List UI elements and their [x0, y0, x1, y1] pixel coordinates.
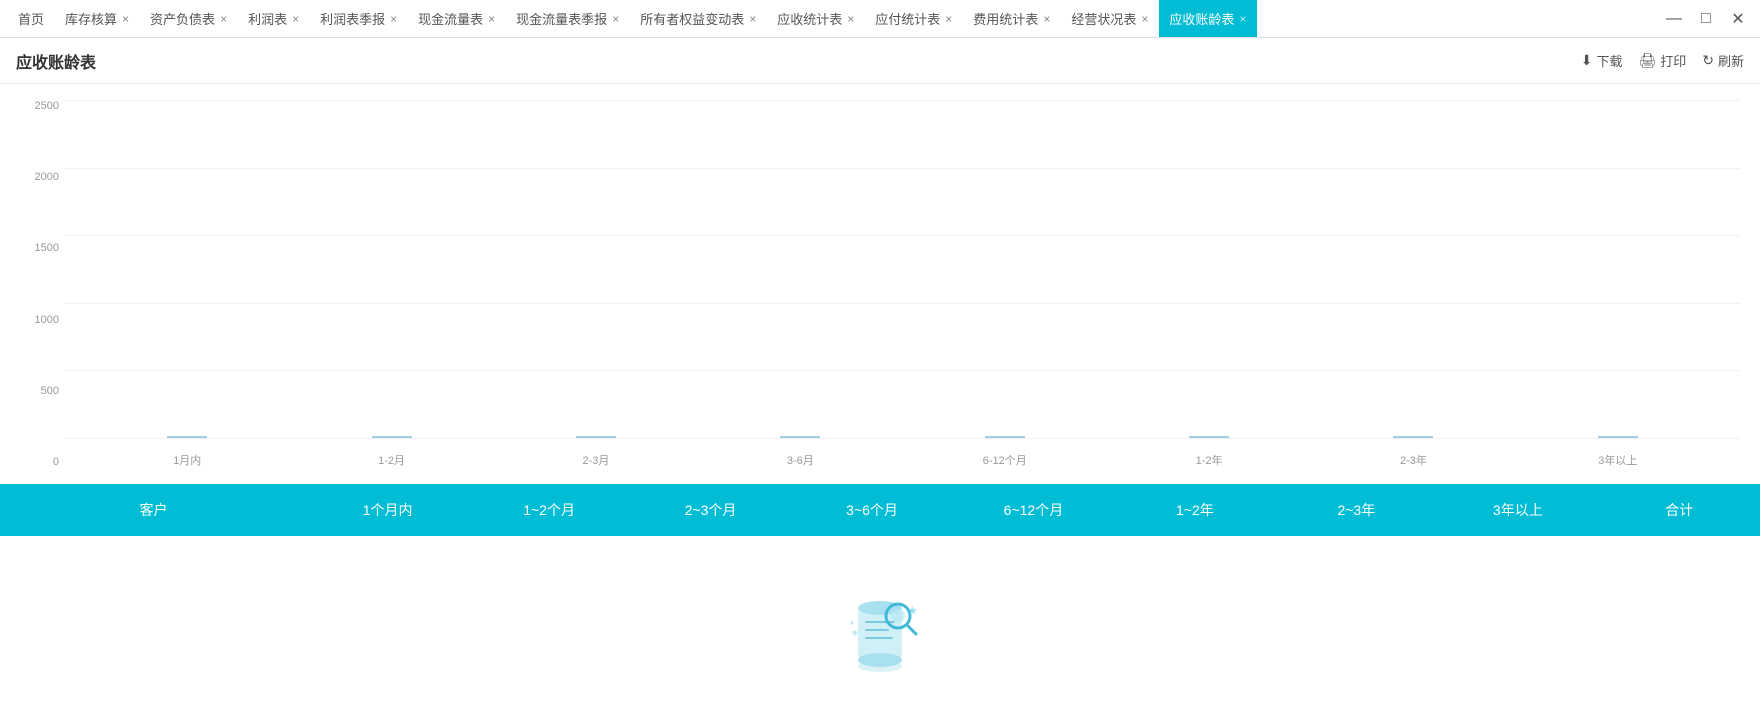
col-customer: 客户	[0, 500, 307, 520]
bar-3plus-year	[1598, 436, 1638, 438]
bar-2-3month	[576, 436, 616, 438]
header-actions: ⬇ 下载 🖨 打印 ↻ 刷新	[1581, 51, 1744, 70]
page-title: 应收账龄表	[16, 49, 96, 73]
y-label-500: 500	[41, 385, 59, 397]
x-label-1-2month: 1-2月	[367, 452, 417, 468]
bar-group-1month	[167, 436, 207, 438]
y-label-1000: 1000	[35, 314, 59, 326]
maximize-button[interactable]: □	[1692, 5, 1720, 33]
bar-1-2month	[372, 436, 412, 438]
y-axis: 2500 2000 1500 1000 500 0	[20, 100, 65, 468]
col-2-3year: 2~3年	[1276, 500, 1437, 520]
bar-group-2-3month	[576, 436, 616, 438]
bar-3-6month	[780, 436, 820, 438]
tab-equity[interactable]: 所有者权益变动表 ×	[630, 0, 767, 38]
tab-ap-stats-close[interactable]: ×	[945, 12, 952, 26]
tab-equity-close[interactable]: ×	[749, 12, 756, 26]
col-total: 合计	[1599, 500, 1760, 520]
x-label-2-3month: 2-3月	[571, 452, 621, 468]
chart-area: 2500 2000 1500 1000 500 0	[0, 84, 1760, 484]
x-label-1-2year: 1-2年	[1184, 452, 1234, 468]
x-label-1month: 1月内	[162, 452, 212, 468]
x-label-2-3year: 2-3年	[1388, 452, 1438, 468]
main-content: 2500 2000 1500 1000 500 0	[0, 84, 1760, 720]
tab-cashflow-close[interactable]: ×	[488, 12, 495, 26]
bar-group-3-6month	[780, 436, 820, 438]
page-header: 应收账龄表 ⬇ 下载 🖨 打印 ↻ 刷新	[0, 38, 1760, 84]
tab-balance-close[interactable]: ×	[220, 12, 227, 26]
tab-inventory-close[interactable]: ×	[122, 12, 129, 26]
tab-profit-close[interactable]: ×	[292, 12, 299, 26]
tab-operations-close[interactable]: ×	[1141, 12, 1148, 26]
close-button[interactable]: ✕	[1724, 5, 1752, 33]
col-1-2month: 1~2个月	[468, 500, 629, 520]
col-1-2year: 1~2年	[1114, 500, 1275, 520]
refresh-button[interactable]: ↻ 刷新	[1702, 51, 1744, 70]
empty-state	[0, 536, 1760, 720]
refresh-icon: ↻	[1702, 52, 1714, 69]
tab-profit-quarter-close[interactable]: ×	[390, 12, 397, 26]
y-label-2000: 2000	[35, 171, 59, 183]
col-3-6month: 3~6个月	[791, 500, 952, 520]
col-1month: 1个月内	[307, 500, 468, 520]
x-label-6-12month: 6-12个月	[980, 452, 1030, 468]
tab-ar-stats-close[interactable]: ×	[847, 12, 854, 26]
window-controls: — □ ✕	[1660, 5, 1752, 33]
tab-cashflow-quarter[interactable]: 现金流量表季报 ×	[506, 0, 630, 38]
col-6-12month: 6~12个月	[953, 500, 1114, 520]
bar-group-1-2year	[1189, 436, 1229, 438]
x-label-3plus-year: 3年以上	[1593, 452, 1643, 468]
print-icon: 🖨	[1638, 52, 1656, 69]
bar-1month	[167, 436, 207, 438]
chart-wrapper: 2500 2000 1500 1000 500 0	[20, 100, 1740, 468]
download-button[interactable]: ⬇ 下载	[1581, 51, 1623, 70]
x-axis-labels: 1月内 1-2月 2-3月 3-6月 6-12个月 1-2年 2-3年 3年以上	[65, 452, 1740, 468]
tab-ar-aging-close[interactable]: ×	[1239, 12, 1246, 26]
tab-expense[interactable]: 费用统计表 ×	[963, 0, 1061, 38]
tab-cashflow[interactable]: 现金流量表 ×	[408, 0, 506, 38]
tab-ar-aging[interactable]: 应收账龄表 ×	[1159, 0, 1257, 38]
bar-1-2year	[1189, 436, 1229, 438]
grid-line-5	[65, 438, 1740, 439]
x-label-3-6month: 3-6月	[775, 452, 825, 468]
table-header: 客户 1个月内 1~2个月 2~3个月 3~6个月 6~12个月 1~2年 2~…	[0, 484, 1760, 536]
col-3plus-year: 3年以上	[1437, 500, 1598, 520]
tab-inventory[interactable]: 库存核算 ×	[55, 0, 140, 38]
bar-group-1-2month	[372, 436, 412, 438]
empty-illustration	[830, 578, 930, 678]
bar-group-3plus-year	[1598, 436, 1638, 438]
print-button[interactable]: 🖨 打印	[1638, 51, 1686, 70]
tab-profit[interactable]: 利润表 ×	[238, 0, 310, 38]
tab-expense-close[interactable]: ×	[1043, 12, 1050, 26]
tab-ar-stats[interactable]: 应收统计表 ×	[767, 0, 865, 38]
chart-inner: 1月内 1-2月 2-3月 3-6月 6-12个月 1-2年 2-3年 3年以上	[65, 100, 1740, 468]
y-label-1500: 1500	[35, 242, 59, 254]
y-label-0: 0	[53, 456, 59, 468]
bar-2-3year	[1393, 436, 1433, 438]
tab-operations[interactable]: 经营状况表 ×	[1061, 0, 1159, 38]
tab-bar: 首页 库存核算 × 资产负债表 × 利润表 × 利润表季报 × 现金流量表 × …	[0, 0, 1760, 38]
bar-group-6-12month	[985, 436, 1025, 438]
tab-home[interactable]: 首页	[8, 0, 55, 38]
tab-ap-stats[interactable]: 应付统计表 ×	[865, 0, 963, 38]
minimize-button[interactable]: —	[1660, 5, 1688, 33]
bars-container	[65, 100, 1740, 438]
bar-6-12month	[985, 436, 1025, 438]
tab-profit-quarter[interactable]: 利润表季报 ×	[310, 0, 408, 38]
col-2-3month: 2~3个月	[630, 500, 791, 520]
tab-balance[interactable]: 资产负债表 ×	[140, 0, 238, 38]
bar-group-2-3year	[1393, 436, 1433, 438]
y-label-2500-top: 2500	[35, 100, 59, 112]
download-icon: ⬇	[1581, 52, 1593, 69]
tab-cashflow-quarter-close[interactable]: ×	[612, 12, 619, 26]
